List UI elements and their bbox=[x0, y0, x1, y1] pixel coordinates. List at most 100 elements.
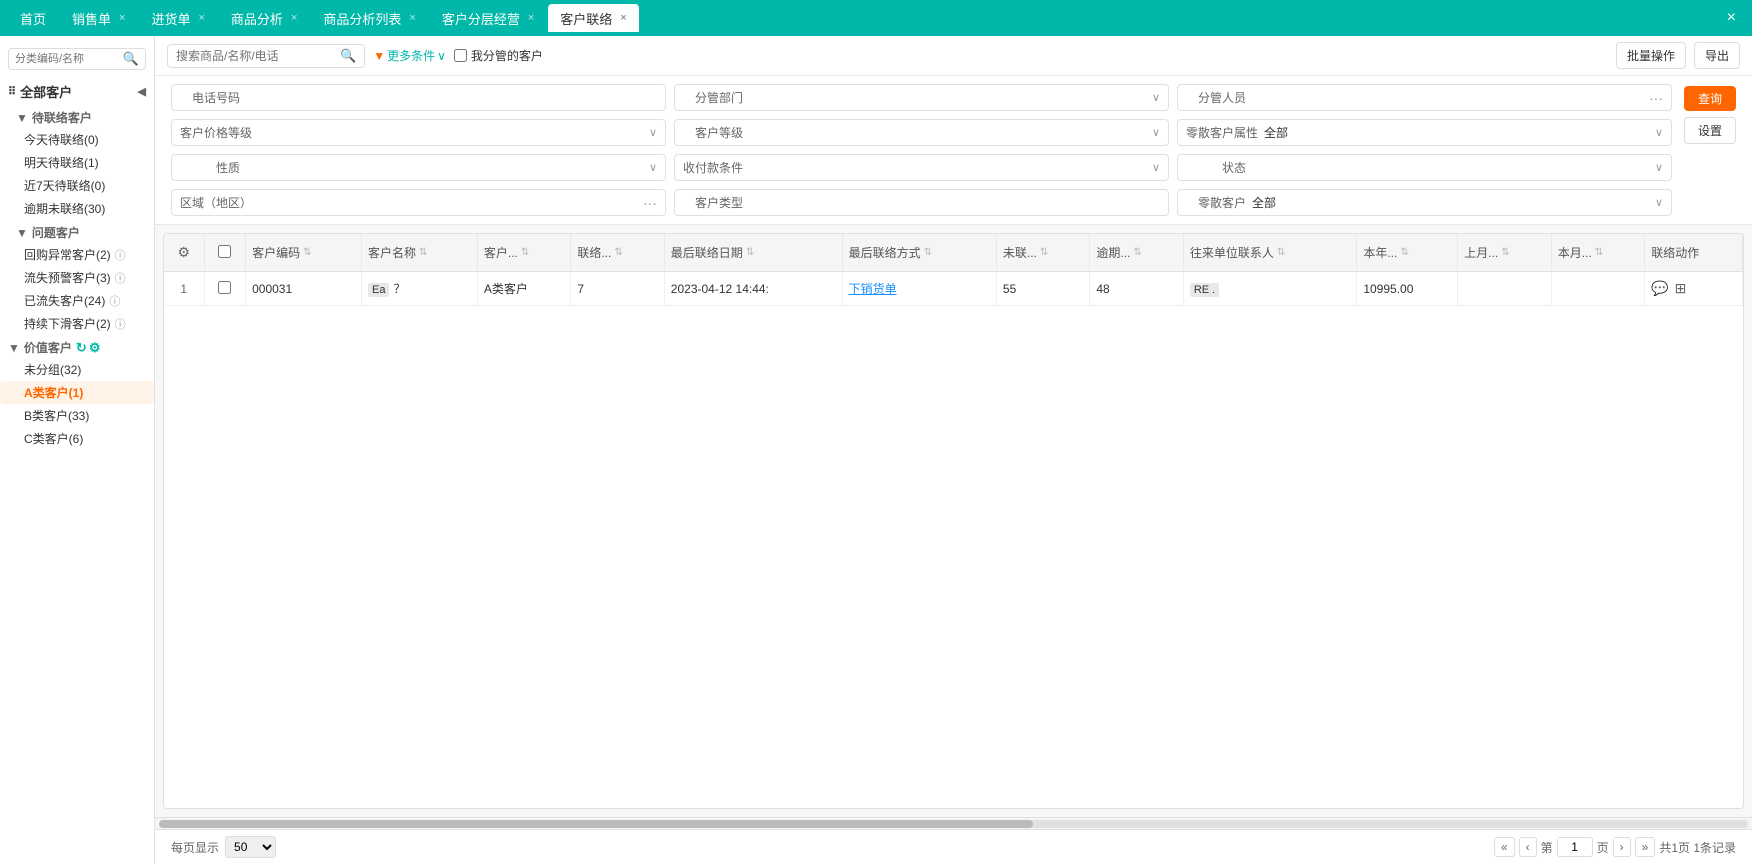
filter-cust-level[interactable]: 客户等级 ∨ bbox=[674, 119, 1169, 146]
filter-cust-type[interactable]: 客户类型 bbox=[674, 189, 1169, 216]
sidebar: 🔍 ⠿ 全部客户 ◀ ▼ 待联络客户 今天待联络(0) 明天待联络(1) 近7天… bbox=[0, 36, 155, 864]
th-partner-contact[interactable]: 往来单位联系人 ⇅ bbox=[1183, 234, 1357, 272]
th-last-date[interactable]: 最后联络日期 ⇅ bbox=[664, 234, 842, 272]
export-button[interactable]: 导出 bbox=[1694, 42, 1740, 69]
per-page-selector[interactable]: 每页显示 50 20 100 bbox=[171, 836, 276, 858]
content-area: 🔍 ▼ 更多条件 ∨ 我分管的客户 批量操作 导出 bbox=[155, 36, 1752, 864]
next-page-btn[interactable]: › bbox=[1613, 837, 1631, 857]
sidebar-item-tomorrow[interactable]: 明天待联络(1) bbox=[0, 151, 154, 174]
settings-icon[interactable]: ⚙ bbox=[89, 340, 101, 356]
close-tab-0[interactable]: × bbox=[119, 12, 125, 24]
sidebar-item-declining[interactable]: 持续下滑客户(2) ⓘ bbox=[0, 312, 154, 335]
th-not-contact[interactable]: 未联... ⇅ bbox=[996, 234, 1089, 272]
nav-tab-salelist[interactable]: 销售单 × bbox=[60, 4, 137, 32]
th-name[interactable]: 客户名称 ⇅ bbox=[361, 234, 477, 272]
filter-phone[interactable]: 电话号码 bbox=[171, 84, 666, 111]
filter-payment[interactable]: 收付款条件 ∨ bbox=[674, 154, 1169, 181]
th-this-year[interactable]: 本年... ⇅ bbox=[1357, 234, 1458, 272]
sidebar-item-c-class[interactable]: C类客户(6) bbox=[0, 427, 154, 450]
filter-scatter-attr-label: 零散客户属性 bbox=[1186, 124, 1258, 141]
qr-icon[interactable]: ⊞ bbox=[1675, 280, 1687, 297]
refresh-icon[interactable]: ↻ bbox=[76, 340, 87, 356]
window-close-button[interactable]: × bbox=[1719, 9, 1744, 27]
sidebar-item-ungroup[interactable]: 未分组(32) bbox=[0, 358, 154, 381]
main-layout: 🔍 ⠿ 全部客户 ◀ ▼ 待联络客户 今天待联络(0) 明天待联络(1) 近7天… bbox=[0, 36, 1752, 864]
row-checkbox[interactable] bbox=[218, 281, 231, 294]
table-footer: 每页显示 50 20 100 « ‹ 第 页 › » 共1页 1条记录 bbox=[155, 829, 1752, 864]
my-customers-check[interactable] bbox=[454, 49, 467, 62]
sidebar-search-box[interactable]: 🔍 bbox=[8, 48, 146, 70]
th-last-method[interactable]: 最后联络方式 ⇅ bbox=[842, 234, 996, 272]
sidebar-item-today[interactable]: 今天待联络(0) bbox=[0, 128, 154, 151]
row-code: 000031 bbox=[246, 272, 362, 306]
gear-button[interactable]: ⚙ bbox=[175, 242, 192, 263]
th-contact[interactable]: 联络... ⇅ bbox=[571, 234, 664, 272]
close-tab-3[interactable]: × bbox=[409, 12, 415, 24]
scrollbar-thumb bbox=[159, 820, 1033, 828]
th-gear[interactable]: ⚙ bbox=[164, 234, 204, 272]
table-row: 1 000031 Ea？ A类客户 7 2023-04-12 14:44: 下销… bbox=[164, 272, 1743, 306]
horizontal-scrollbar[interactable] bbox=[155, 817, 1752, 829]
group-pending-contact[interactable]: ▼ 待联络客户 bbox=[0, 105, 154, 128]
close-tab-4[interactable]: × bbox=[528, 12, 534, 24]
more-conditions-btn[interactable]: ▼ 更多条件 ∨ bbox=[373, 47, 446, 64]
page-input[interactable] bbox=[1557, 837, 1593, 857]
row-checkbox-cell[interactable] bbox=[204, 272, 246, 306]
sort-icon-code: ⇅ bbox=[303, 247, 311, 258]
th-last-month[interactable]: 上月... ⇅ bbox=[1458, 234, 1551, 272]
partner-badge: RE . bbox=[1190, 283, 1219, 297]
filter-nature[interactable]: 性质 ∨ bbox=[171, 154, 666, 181]
sidebar-item-a-class[interactable]: A类客户(1) bbox=[0, 381, 154, 404]
search-icon: 🔍 bbox=[340, 48, 356, 64]
last-page-btn[interactable]: » bbox=[1635, 837, 1656, 857]
chat-icon[interactable]: 💬 bbox=[1651, 280, 1668, 297]
sidebar-item-overdue[interactable]: 逾期未联络(30) bbox=[0, 197, 154, 220]
filter-price-level[interactable]: 客户价格等级 ∨ bbox=[171, 119, 666, 146]
prev-page-btn[interactable]: ‹ bbox=[1519, 837, 1537, 857]
filter-scatter-attr[interactable]: 零散客户属性 全部 ∨ bbox=[1177, 119, 1672, 146]
close-tab-2[interactable]: × bbox=[291, 12, 297, 24]
group-problem-customers[interactable]: ▼ 问题客户 bbox=[0, 220, 154, 243]
filter-dept[interactable]: 分管部门 ∨ bbox=[674, 84, 1169, 111]
batch-op-button[interactable]: 批量操作 bbox=[1616, 42, 1686, 69]
first-page-btn[interactable]: « bbox=[1494, 837, 1515, 857]
my-customers-checkbox[interactable]: 我分管的客户 bbox=[454, 47, 543, 64]
select-all-checkbox[interactable] bbox=[218, 245, 231, 258]
close-tab-1[interactable]: × bbox=[198, 12, 204, 24]
query-button[interactable]: 查询 bbox=[1684, 86, 1736, 111]
settings-button[interactable]: 设置 bbox=[1684, 117, 1736, 144]
sidebar-search-input[interactable] bbox=[15, 53, 123, 65]
nav-tab-customer-contact[interactable]: 客户联络 × bbox=[548, 4, 638, 32]
sidebar-item-at-risk[interactable]: 流失预警客户(3) ⓘ bbox=[0, 266, 154, 289]
adv-filter-row-1: 电话号码 分管部门 ∨ 分管人员 ··· bbox=[171, 84, 1672, 111]
dropdown-arrow-status: ∨ bbox=[1655, 161, 1663, 174]
filter-price-level-label: 客户价格等级 bbox=[180, 124, 252, 141]
th-this-month[interactable]: 本月... ⇅ bbox=[1551, 234, 1644, 272]
nav-tab-customer-tier[interactable]: 客户分层经营 × bbox=[430, 4, 546, 32]
th-overdue[interactable]: 逾期... ⇅ bbox=[1090, 234, 1183, 272]
nav-tab-analysis-list[interactable]: 商品分析列表 × bbox=[311, 4, 427, 32]
filter-status[interactable]: 状态 ∨ bbox=[1177, 154, 1672, 181]
sidebar-item-7days[interactable]: 近7天待联络(0) bbox=[0, 174, 154, 197]
filter-region[interactable]: 区域（地区） ··· bbox=[171, 189, 666, 216]
close-tab-5[interactable]: × bbox=[620, 12, 626, 24]
all-customers-header[interactable]: ⠿ 全部客户 ◀ bbox=[0, 78, 154, 105]
per-page-select[interactable]: 50 20 100 bbox=[225, 836, 276, 858]
th-checkbox bbox=[204, 234, 246, 272]
last-method-link[interactable]: 下销货单 bbox=[849, 282, 897, 296]
nav-tab-analysis[interactable]: 商品分析 × bbox=[219, 4, 309, 32]
group-value-customers[interactable]: ▼ 价值客户 ↻ ⚙ bbox=[0, 335, 154, 358]
nav-home[interactable]: 首页 bbox=[8, 9, 58, 28]
th-code[interactable]: 客户编码 ⇅ bbox=[246, 234, 362, 272]
nav-tab-purchase[interactable]: 进货单 × bbox=[139, 4, 216, 32]
sidebar-item-abnormal[interactable]: 回购异常客户(2) ⓘ bbox=[0, 243, 154, 266]
row-last-method[interactable]: 下销货单 bbox=[842, 272, 996, 306]
search-input[interactable] bbox=[176, 49, 336, 63]
row-last-month bbox=[1458, 272, 1551, 306]
th-category[interactable]: 客户... ⇅ bbox=[477, 234, 570, 272]
sidebar-item-lost[interactable]: 已流失客户(24) ⓘ bbox=[0, 289, 154, 312]
sidebar-item-b-class[interactable]: B类客户(33) bbox=[0, 404, 154, 427]
search-box[interactable]: 🔍 bbox=[167, 44, 365, 68]
filter-scatter-cust[interactable]: 零散客户 全部 ∨ bbox=[1177, 189, 1672, 216]
filter-manager[interactable]: 分管人员 ··· bbox=[1177, 84, 1672, 111]
